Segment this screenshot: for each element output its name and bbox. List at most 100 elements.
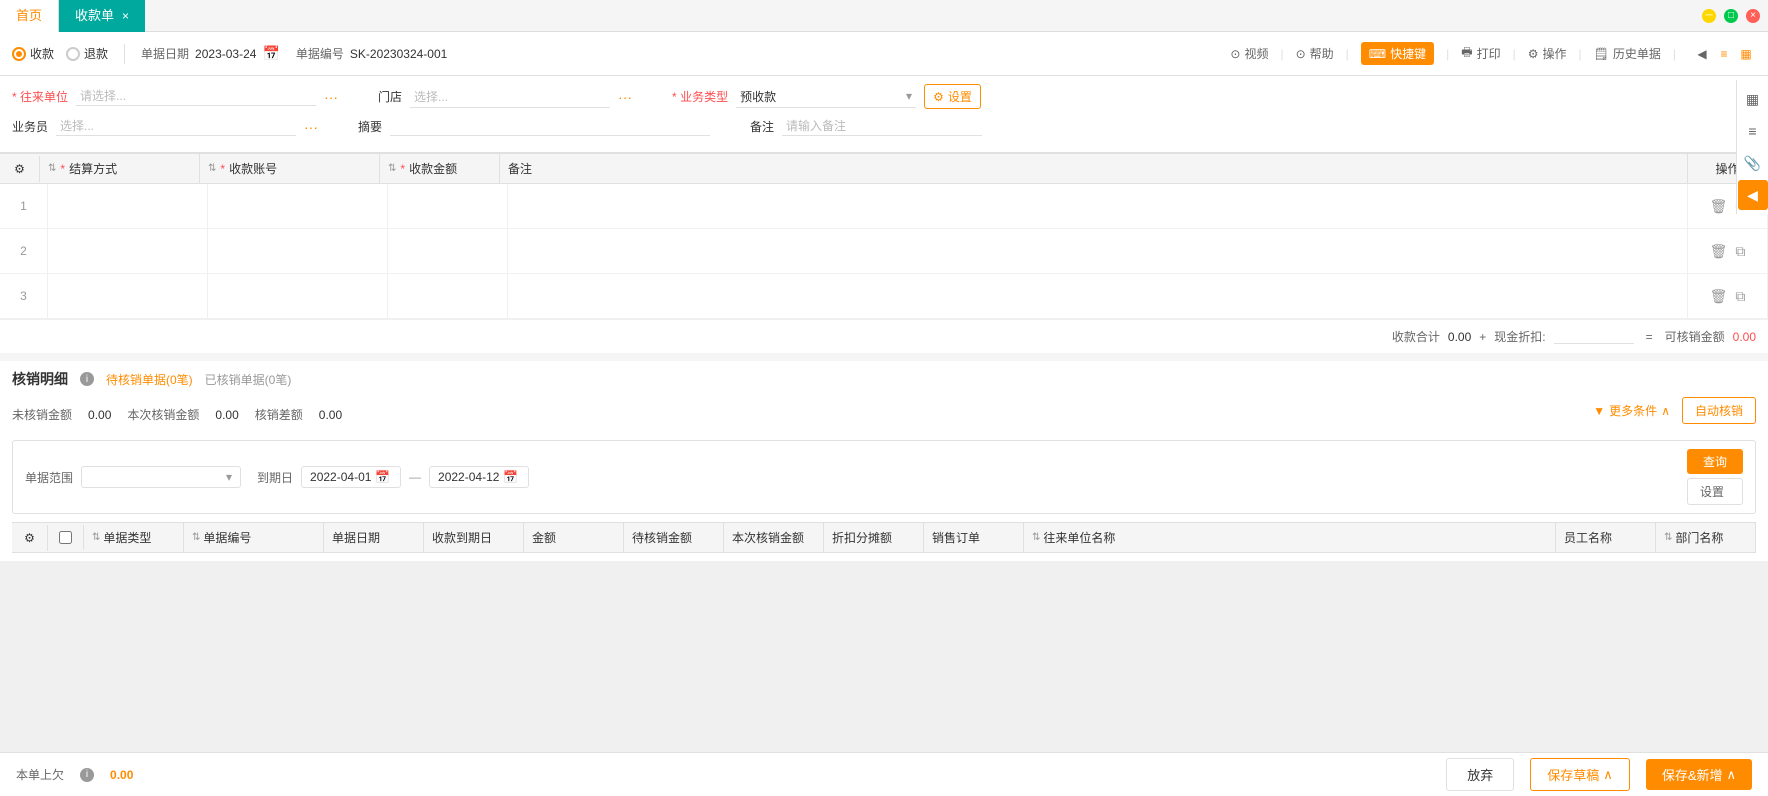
type-sort-icon[interactable]: ⇅	[92, 532, 100, 543]
filter-row: 单据范围 ▾ 到期日 2022-04-01 📅 — 2022-04-12 📅	[12, 440, 1756, 514]
receipt-type-radio-group: 收款 退款	[12, 45, 108, 62]
staff-input[interactable]	[56, 117, 296, 136]
table-row: 3 🗑 ⧉	[0, 274, 1768, 319]
shortcut-button[interactable]: ⌨ 快捷键	[1361, 42, 1434, 65]
radio-refund[interactable]: 退款	[66, 45, 108, 62]
unwritten-value: 0.00	[88, 408, 111, 422]
shop-select[interactable]: 选择...	[410, 86, 610, 108]
delete-icon-row1[interactable]: 🗑	[1710, 198, 1728, 215]
sidebar-icon-4[interactable]: ◀	[1738, 180, 1768, 210]
more-conditions-button[interactable]: ▼ 更多条件 ∧	[1593, 402, 1670, 419]
delete-icon-row2[interactable]: 🗑	[1710, 243, 1728, 260]
due-date-end[interactable]: 2022-04-12 📅	[429, 466, 529, 488]
filter-actions: 查询 设置	[1687, 449, 1743, 505]
range-select[interactable]: ▾	[81, 466, 241, 488]
help-button[interactable]: ⊙ 帮助	[1296, 45, 1334, 62]
delete-icon-row3[interactable]: 🗑	[1710, 288, 1728, 305]
th-amount-sort-icon[interactable]: ⇅	[388, 163, 396, 174]
wth-checkbox[interactable]	[48, 525, 84, 550]
shop-more-icon[interactable]: ···	[618, 89, 632, 105]
radio-receipt[interactable]: 收款	[12, 45, 54, 62]
td-amount-3[interactable]	[388, 274, 508, 318]
wth-settings[interactable]: ⚙	[12, 525, 48, 551]
discount-input[interactable]	[1554, 329, 1634, 344]
partner-input[interactable]	[76, 87, 316, 106]
tab-home[interactable]: 首页	[0, 0, 59, 32]
save-draft-button[interactable]: 保存草稿 ∧	[1530, 758, 1630, 791]
th-settle-sort-icon[interactable]: ⇅	[48, 163, 56, 174]
filter-settings-button[interactable]: 设置	[1687, 478, 1743, 505]
table-row: 2 🗑 ⧉	[0, 229, 1768, 274]
th-settings[interactable]: ⚙	[0, 156, 40, 182]
td-settle-2[interactable]	[48, 229, 208, 273]
ops-button[interactable]: ⚙ 操作	[1528, 45, 1567, 62]
toolbar-right: ⊙ 视频 | ⊙ 帮助 | ⌨ 快捷键 | 🖶 打印 | ⚙ 操作 | 🗒 历史…	[1230, 42, 1756, 65]
copy-icon-row3[interactable]: ⧉	[1735, 288, 1745, 305]
num-sort-icon[interactable]: ⇅	[192, 532, 200, 543]
td-settle-3[interactable]	[48, 274, 208, 318]
abandon-button[interactable]: 放弃	[1446, 758, 1514, 791]
total-label: 收款合计	[1392, 328, 1440, 345]
prev-icon[interactable]: ◀	[1692, 44, 1712, 64]
list-view-icon[interactable]: ≡	[1714, 44, 1734, 64]
copy-icon-row2[interactable]: ⧉	[1735, 243, 1745, 260]
th-settle: ⇅ * 结算方式	[40, 154, 200, 183]
td-account-2[interactable]	[208, 229, 388, 273]
radio-refund-label: 退款	[84, 45, 108, 62]
remark-input[interactable]	[782, 117, 982, 136]
settings-icon: ⚙	[933, 90, 944, 104]
partner-more-icon[interactable]: ···	[324, 89, 338, 105]
total-value: 0.00	[1448, 330, 1471, 344]
sidebar-icon-2[interactable]: ≡	[1738, 116, 1768, 146]
video-button[interactable]: ⊙ 视频	[1230, 45, 1268, 62]
chevron-up-icon: ∧	[1661, 404, 1670, 418]
due-date-start[interactable]: 2022-04-01 📅	[301, 466, 401, 488]
form-row-2: 业务员 ··· 摘要 备注	[12, 117, 1756, 136]
staff-more-icon[interactable]: ···	[304, 119, 318, 135]
tab-bar: 首页 收款单 × ─ □ ×	[0, 0, 1768, 32]
history-button[interactable]: 🗒 历史单据	[1594, 45, 1661, 62]
table-header: ⚙ ⇅ * 结算方式 ⇅ * 收款账号 ⇅ * 收款金额 备注 操作	[0, 153, 1768, 184]
td-note-1[interactable]	[508, 184, 1688, 228]
td-note-3[interactable]	[508, 274, 1688, 318]
td-amount-2[interactable]	[388, 229, 508, 273]
print-button[interactable]: 🖶 打印	[1461, 43, 1500, 64]
auto-writeoff-button[interactable]: 自动核销	[1682, 397, 1756, 424]
wth-num: ⇅ 单据编号	[184, 523, 324, 552]
query-button[interactable]: 查询	[1687, 449, 1743, 474]
calendar-icon[interactable]: 📅	[262, 45, 279, 62]
bottom-value: 0.00	[110, 768, 133, 782]
th-account-sort-icon[interactable]: ⇅	[208, 163, 216, 174]
td-amount-1[interactable]	[388, 184, 508, 228]
more-conditions-label: 更多条件	[1609, 402, 1657, 419]
save-new-button[interactable]: 保存&新增 ∧	[1646, 759, 1752, 790]
td-account-1[interactable]	[208, 184, 388, 228]
tab-done[interactable]: 已核销单据(0笔)	[205, 371, 292, 388]
dept-sort-icon[interactable]: ⇅	[1664, 532, 1672, 543]
sidebar-icon-1[interactable]: ▦	[1738, 84, 1768, 114]
td-settle-1[interactable]	[48, 184, 208, 228]
plus-sign: +	[1479, 330, 1486, 344]
writeoff-info-icon[interactable]: i	[80, 372, 94, 386]
tab-receipt[interactable]: 收款单 ×	[59, 0, 145, 32]
business-type-select[interactable]: 预收款 ▾	[736, 86, 916, 108]
range-arrow-icon: ▾	[226, 470, 232, 484]
ops-label: 操作	[1542, 45, 1566, 62]
tab-close-icon[interactable]: ×	[122, 0, 129, 32]
window-close-button[interactable]: ×	[1746, 9, 1760, 23]
wth-settings-icon: ⚙	[24, 531, 35, 545]
bottom-info-icon[interactable]: i	[80, 768, 94, 782]
save-new-label: 保存&新增	[1662, 765, 1723, 784]
tab-pending[interactable]: 待核销单据(0笔)	[106, 371, 193, 388]
td-account-3[interactable]	[208, 274, 388, 318]
select-all-checkbox[interactable]	[59, 531, 72, 544]
window-maximize-button[interactable]: □	[1724, 9, 1738, 23]
writeoff-title: 核销明细 i 待核销单据(0笔) 已核销单据(0笔)	[12, 369, 1756, 389]
window-minimize-button[interactable]: ─	[1702, 9, 1716, 23]
attachment-icon[interactable]: 📎	[1738, 148, 1768, 178]
td-note-2[interactable]	[508, 229, 1688, 273]
partner-sort-icon[interactable]: ⇅	[1032, 532, 1040, 543]
form-settings-button[interactable]: ⚙ 设置	[924, 84, 981, 109]
grid-view-icon[interactable]: ▦	[1736, 44, 1756, 64]
summary-input[interactable]	[390, 117, 710, 136]
